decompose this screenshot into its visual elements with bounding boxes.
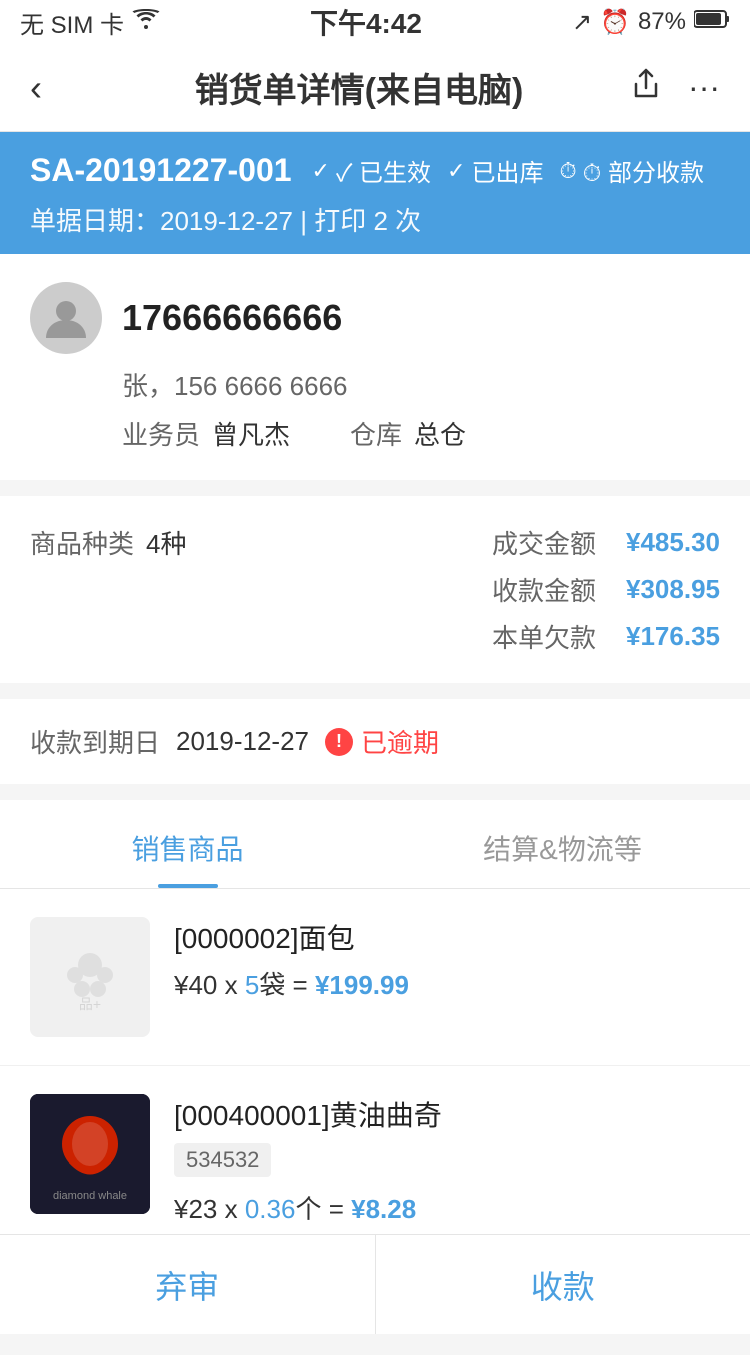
confirm-button[interactable]: 收款 xyxy=(376,1235,750,1334)
badge-partial-payment: ⏱ ⏱ 部分收款 xyxy=(559,153,704,188)
table-row: diamond whale [000400001]黄油曲奇 534532 ¥23… xyxy=(0,1066,750,1255)
product-types: 商品种类 4种 xyxy=(30,524,186,561)
battery-text: 87% xyxy=(638,8,686,36)
product-thumbnail-2: diamond whale xyxy=(30,1094,150,1214)
status-bar: 无 SIM 卡 下午4:42 ↗ ⏰ 87% xyxy=(0,0,750,44)
received-amount: 收款金额 ¥308.95 xyxy=(492,571,720,608)
due-date-value: 2019-12-27 xyxy=(176,726,309,757)
due-section: 收款到期日 2019-12-27 ! 已逾期 xyxy=(0,699,750,784)
nav-actions: ··· xyxy=(628,66,720,110)
bottom-bar: 弃审 收款 xyxy=(0,1234,750,1334)
overdue-text: 已逾期 xyxy=(361,723,439,760)
product-name-2: [000400001]黄油曲奇 xyxy=(174,1094,720,1134)
product-price-1: ¥40 x 5袋 = ¥199.99 xyxy=(174,965,720,1002)
tab-settlement[interactable]: 结算&物流等 xyxy=(375,800,750,888)
product-list: 品+ [0000002]面包 ¥40 x 5袋 = ¥199.99 diamon… xyxy=(0,889,750,1255)
product-info-2: [000400001]黄油曲奇 534532 ¥23 x 0.36个 = ¥8.… xyxy=(174,1094,720,1226)
location-icon: ↗ xyxy=(572,8,592,37)
more-icon[interactable]: ··· xyxy=(688,69,720,106)
order-number: SA-20191227-001 xyxy=(30,152,292,189)
back-button[interactable]: ‹ xyxy=(30,67,90,109)
tabs: 销售商品 结算&物流等 xyxy=(0,800,750,889)
customer-id: 17666666666 xyxy=(122,297,342,339)
order-header: SA-20191227-001 ✓ ✓ 已生效 ✓ 已出库 ⏱ ⏱ 部分收款 单… xyxy=(0,132,750,254)
tab-products[interactable]: 销售商品 xyxy=(0,800,375,888)
customer-meta: 业务员 曾凡杰 仓库 总仓 xyxy=(30,415,720,452)
transaction-amount: 成交金额 ¥485.30 xyxy=(492,524,720,561)
battery-icon xyxy=(694,8,730,36)
customer-contact: 张，156 6666 6666 xyxy=(30,366,720,403)
product-info-1: [0000002]面包 ¥40 x 5袋 = ¥199.99 xyxy=(174,917,720,1002)
nav-bar: ‹ 销货单详情(来自电脑) ··· xyxy=(0,44,750,132)
order-date: 单据日期：2019-12-27 | 打印 2 次 xyxy=(30,201,720,238)
alarm-icon: ⏰ xyxy=(600,8,630,37)
customer-section: 17666666666 张，156 6666 6666 业务员 曾凡杰 仓库 总… xyxy=(0,254,750,480)
wifi-icon xyxy=(132,8,160,36)
badge-shipped: ✓ 已出库 xyxy=(447,153,543,188)
status-right: ↗ ⏰ 87% xyxy=(572,8,730,37)
due-label: 收款到期日 xyxy=(30,723,160,760)
warehouse: 仓库 总仓 xyxy=(350,415,466,452)
status-badges: ✓ ✓ 已生效 ✓ 已出库 ⏱ ⏱ 部分收款 xyxy=(312,153,705,188)
overdue-badge: ! 已逾期 xyxy=(325,723,439,760)
status-time: 下午4:42 xyxy=(310,2,422,42)
owed-amount: 本单欠款 ¥176.35 xyxy=(492,618,720,655)
product-thumbnail-1: 品+ xyxy=(30,917,150,1037)
share-icon[interactable] xyxy=(628,66,664,110)
customer-avatar xyxy=(30,282,102,354)
table-row: 品+ [0000002]面包 ¥40 x 5袋 = ¥199.99 xyxy=(0,889,750,1066)
page-title: 销货单详情(来自电脑) xyxy=(90,63,628,112)
badge-effective: ✓ ✓ 已生效 xyxy=(312,153,432,188)
cancel-button[interactable]: 弃审 xyxy=(0,1235,376,1334)
svg-text:diamond whale: diamond whale xyxy=(53,1190,127,1202)
overdue-icon: ! xyxy=(325,728,353,756)
product-sku-2: 534532 xyxy=(174,1143,271,1177)
status-left: 无 SIM 卡 xyxy=(20,5,160,40)
product-name-1: [0000002]面包 xyxy=(174,917,720,957)
amounts-right: 成交金额 ¥485.30 收款金额 ¥308.95 本单欠款 ¥176.35 xyxy=(492,524,720,655)
carrier-text: 无 SIM 卡 xyxy=(20,5,124,40)
product-price-2: ¥23 x 0.36个 = ¥8.28 xyxy=(174,1189,720,1226)
tab-section: 销售商品 结算&物流等 xyxy=(0,800,750,889)
svg-text:品+: 品+ xyxy=(79,996,101,1012)
amount-section: 商品种类 4种 成交金额 ¥485.30 收款金额 ¥308.95 本单欠款 ¥… xyxy=(0,496,750,683)
sales-person: 业务员 曾凡杰 xyxy=(122,415,290,452)
